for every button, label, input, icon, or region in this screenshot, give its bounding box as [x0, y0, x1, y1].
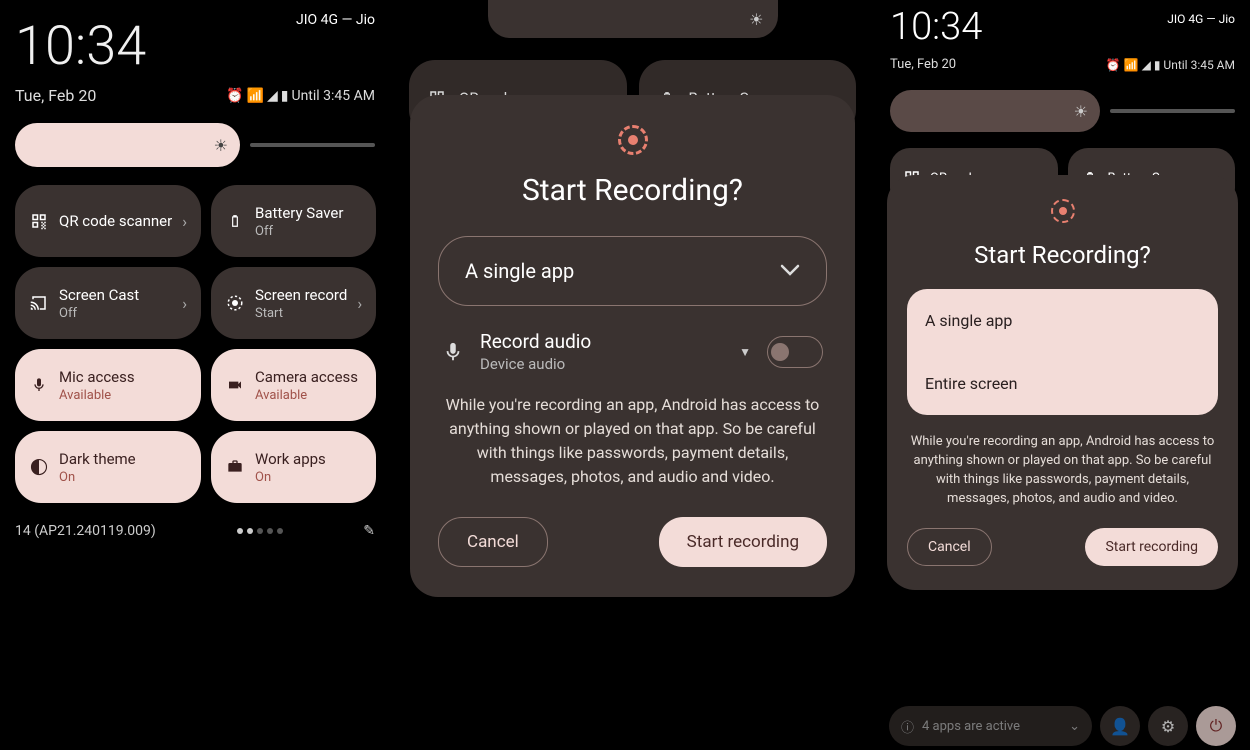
until-label: Until 3:45 AM — [1163, 58, 1235, 72]
brightness-icon: ☀ — [1074, 102, 1088, 121]
status-bar: ⏰ 📶 ◢ ▮ Until 3:45 AM — [1106, 58, 1235, 72]
edit-icon[interactable]: ✎ — [363, 523, 375, 539]
dialog-title: Start Recording? — [907, 241, 1218, 269]
date: Tue, Feb 20 — [15, 86, 96, 105]
active-apps-pill[interactable]: ⓘ 4 apps are active ⌄ — [889, 706, 1092, 746]
active-apps-label: 4 apps are active — [922, 719, 1020, 734]
settings-button[interactable]: ⚙ — [1148, 706, 1188, 746]
scope-dropdown[interactable]: A single app — [438, 236, 827, 306]
user-button[interactable]: 👤 — [1100, 706, 1140, 746]
tile-title: Camera access — [255, 368, 362, 386]
work-icon — [225, 459, 245, 475]
qs-tile-dark[interactable]: Dark theme On — [15, 431, 201, 503]
tile-title: QR code scanner — [59, 212, 172, 230]
audio-title: Record audio — [480, 330, 723, 353]
cancel-button[interactable]: Cancel — [907, 528, 992, 566]
chevron-right-icon: › — [182, 294, 187, 313]
build-label: 14 (AP21.240119.009) — [15, 523, 156, 539]
record-icon — [438, 125, 827, 155]
tile-sub: Available — [255, 388, 362, 403]
tile-sub: Off — [59, 306, 172, 321]
qs-tile-camera[interactable]: Camera access Available — [211, 349, 376, 421]
tile-title: Dark theme — [59, 450, 187, 468]
qs-tile-record[interactable]: Screen record Start › — [211, 267, 376, 339]
option-entire-screen[interactable]: Entire screen — [907, 352, 1218, 415]
brightness-slider[interactable]: ☀ — [15, 123, 375, 167]
battery-icon — [225, 211, 245, 231]
recording-dialog: Start Recording? A single app Entire scr… — [887, 175, 1238, 590]
scope-options: A single app Entire screen — [907, 289, 1218, 415]
tile-sub: On — [255, 470, 362, 485]
power-button[interactable]: ⏻ — [1196, 706, 1236, 746]
qs-tile-work[interactable]: Work apps On — [211, 431, 376, 503]
chevron-down-icon: ⌄ — [1069, 719, 1080, 734]
chevron-right-icon: › — [357, 294, 362, 313]
tile-title: Mic access — [59, 368, 187, 386]
mic-icon — [442, 341, 464, 363]
tile-title: Battery Saver — [255, 204, 362, 222]
camera-icon — [225, 377, 245, 393]
dark-icon — [29, 458, 49, 476]
warning-text: While you're recording an app, Android h… — [907, 433, 1218, 508]
top-pill: ☀ — [488, 0, 778, 38]
audio-toggle[interactable] — [767, 336, 823, 368]
carrier-label: JIO 4G — Jio — [1167, 12, 1235, 26]
record-icon — [225, 294, 245, 312]
battery-icon: ▮ — [281, 88, 289, 104]
record-audio-row[interactable]: Record audio Device audio ▼ — [438, 330, 827, 373]
record-icon — [907, 199, 1218, 223]
qs-tile-mic[interactable]: Mic access Available — [15, 349, 201, 421]
page-dots — [237, 528, 283, 534]
info-icon: ⓘ — [901, 717, 914, 736]
qr-icon — [29, 212, 49, 230]
status-bar: ⏰ 📶 ◢ ▮ Until 3:45 AM — [226, 88, 375, 104]
tile-title: Screen record — [255, 286, 347, 304]
alarm-icon: ⏰ — [226, 88, 243, 104]
brightness-icon: ☀ — [214, 136, 228, 155]
brightness-slider[interactable]: ☀ — [890, 90, 1235, 132]
wifi-icon: 📶 — [1124, 58, 1139, 72]
brightness-icon: ☀ — [749, 10, 763, 29]
carrier-label: JIO 4G — Jio — [296, 12, 375, 28]
chevron-down-icon — [780, 264, 800, 278]
cast-icon — [29, 294, 49, 312]
qs-tile-battery[interactable]: Battery Saver Off — [211, 185, 376, 257]
tile-sub: Off — [255, 224, 362, 239]
chevron-right-icon: › — [182, 212, 187, 231]
audio-sub: Device audio — [480, 355, 723, 373]
tile-sub: On — [59, 470, 187, 485]
dialog-title: Start Recording? — [438, 173, 827, 208]
wifi-icon: 📶 — [247, 88, 264, 104]
start-recording-button[interactable]: Start recording — [1085, 528, 1218, 566]
qs-tile-cast[interactable]: Screen Cast Off › — [15, 267, 201, 339]
tile-sub: Available — [59, 388, 187, 403]
signal-icon: ◢ — [267, 88, 278, 104]
mic-icon — [29, 375, 49, 395]
date: Tue, Feb 20 — [890, 57, 956, 72]
cancel-button[interactable]: Cancel — [438, 517, 548, 567]
alarm-icon: ⏰ — [1106, 58, 1121, 72]
qs-tile-qr[interactable]: QR code scanner › — [15, 185, 201, 257]
dropdown-caret-icon[interactable]: ▼ — [739, 345, 751, 359]
tile-title: Work apps — [255, 450, 362, 468]
tile-title: Screen Cast — [59, 286, 172, 304]
recording-dialog: Start Recording? A single app Record aud… — [410, 95, 855, 597]
scope-value: A single app — [465, 259, 574, 283]
option-single-app[interactable]: A single app — [907, 289, 1218, 352]
signal-icon: ◢ — [1142, 58, 1151, 72]
until-label: Until 3:45 AM — [292, 88, 376, 104]
start-recording-button[interactable]: Start recording — [659, 517, 827, 567]
battery-icon: ▮ — [1154, 58, 1161, 72]
tile-sub: Start — [255, 306, 347, 321]
warning-text: While you're recording an app, Android h… — [438, 393, 827, 489]
